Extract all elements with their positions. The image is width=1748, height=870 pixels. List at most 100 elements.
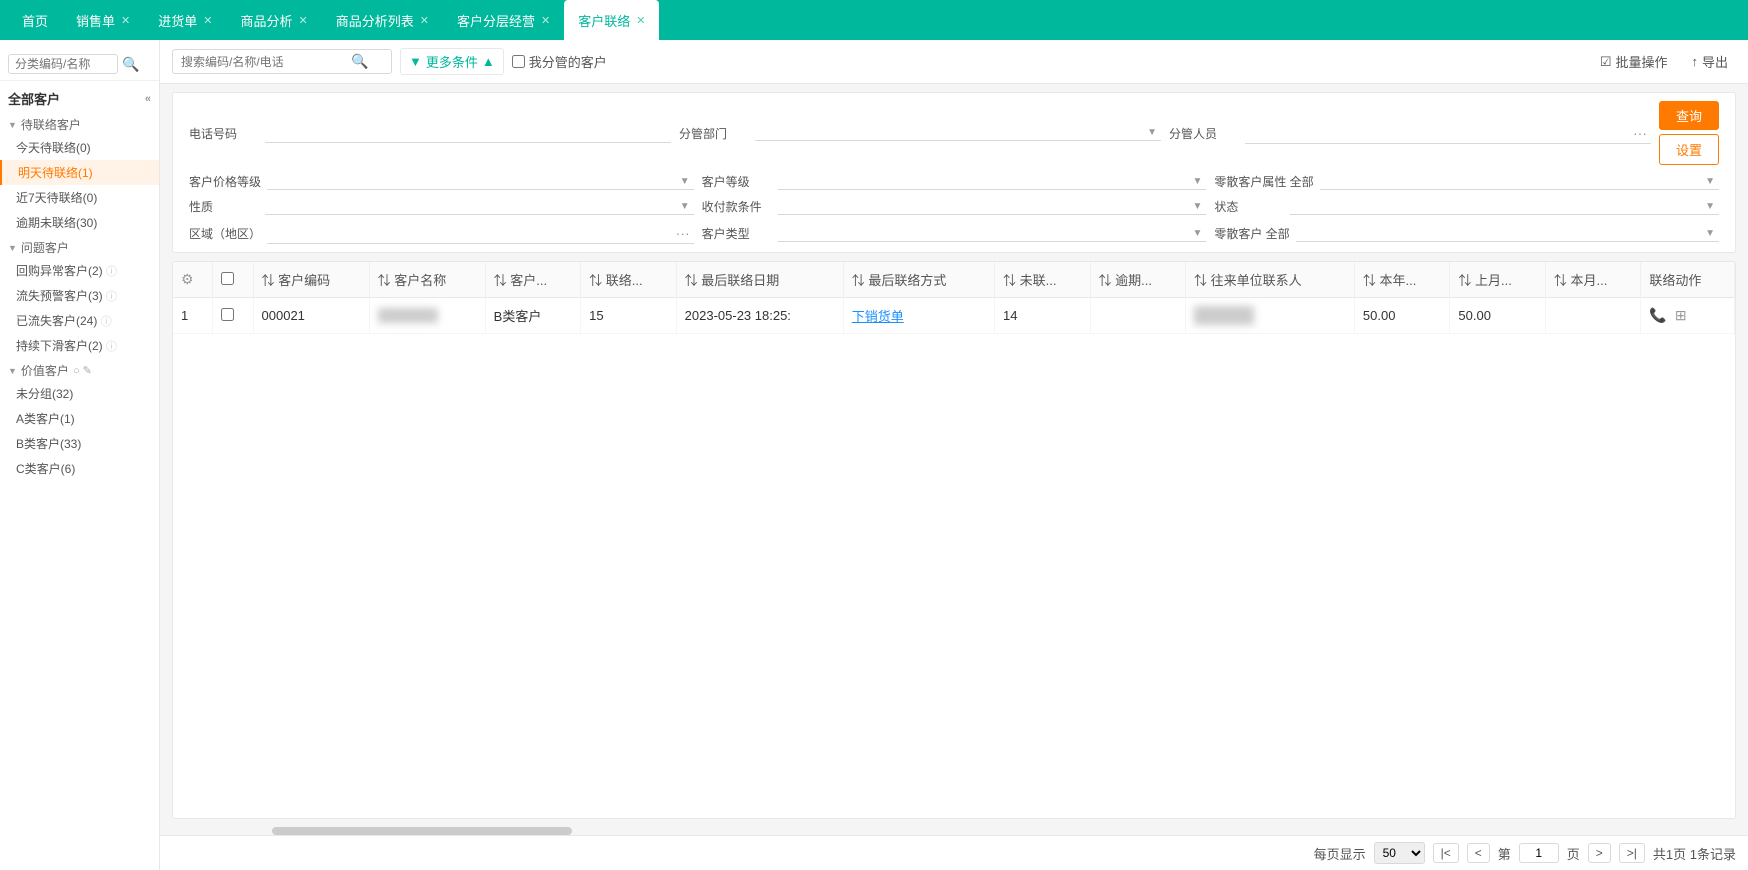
sidebar-item-churn-warning[interactable]: 流失预警客户(3) ⓘ (0, 283, 159, 308)
close-sales-icon[interactable]: ✕ (121, 14, 130, 27)
td-category: B类客户 (485, 298, 581, 334)
sort-icon-nc[interactable]: ⇅ (1003, 273, 1016, 288)
sort-icon-lm[interactable]: ⇅ (1458, 273, 1471, 288)
filter-select-status[interactable]: ▼ (1290, 199, 1719, 215)
sidebar-collapse-icon[interactable]: « (145, 93, 151, 105)
filter-label-phone: 电话号码 (189, 125, 259, 142)
ellipsis-icon[interactable]: ··· (1633, 125, 1647, 141)
grid-icon[interactable]: ⊞ (1675, 307, 1687, 324)
scrollbar-thumb[interactable] (272, 827, 572, 835)
filter-select-customer-level[interactable]: ▼ (778, 174, 1207, 190)
export-button[interactable]: ↑ 导出 (1683, 49, 1736, 74)
horizontal-scrollbar[interactable] (172, 827, 1736, 835)
sidebar-item-ungrouped[interactable]: 未分组(32) (0, 381, 159, 406)
main-layout: 🔍 全部客户 « 待联络客户 今天待联络(0) 明天待联络(1) 近7天待联络(… (0, 40, 1748, 870)
page-size-label: 每页显示 (1314, 844, 1366, 863)
sidebar-item-churned[interactable]: 已流失客户(24) ⓘ (0, 308, 159, 333)
unit-contact-blurred: 联系人 (1194, 306, 1254, 325)
sort-icon-uc[interactable]: ⇅ (1194, 273, 1207, 288)
next-page-button[interactable]: > (1588, 843, 1611, 863)
filter-select-retail-attr[interactable]: ▼ (1320, 174, 1719, 190)
th-gear[interactable]: ⚙ (173, 262, 212, 298)
settings-button[interactable]: 设置 (1659, 134, 1719, 165)
sidebar-item-class-b[interactable]: B类客户(33) (0, 431, 159, 456)
sort-icon-name[interactable]: ⇅ (378, 273, 391, 288)
nav-sales[interactable]: 销售单 ✕ (62, 0, 144, 40)
toolbar: 🔍 ▼ 更多条件 ▲ 我分管的客户 ☑ 批量操作 ↑ 导出 (160, 40, 1748, 84)
filter-select-retail[interactable]: ▼ (1296, 226, 1719, 242)
phone-icon[interactable]: 📞 (1649, 307, 1666, 324)
sort-icon-ty[interactable]: ⇅ (1363, 273, 1376, 288)
filter-select-payment[interactable]: ▼ (778, 199, 1207, 215)
td-last-contact-method[interactable]: 下销货单 (843, 298, 994, 334)
last-page-button[interactable]: >| (1619, 843, 1645, 863)
total-records: 共1页 1条记录 (1653, 844, 1736, 863)
nav-customer-tier[interactable]: 客户分层经营 ✕ (443, 0, 564, 40)
td-this-year: 50.00 (1354, 298, 1450, 334)
th-code: ⇅ 客户编码 (253, 262, 369, 298)
close-customer-tier-icon[interactable]: ✕ (541, 14, 550, 27)
filter-select-dept[interactable]: ▼ (755, 125, 1161, 141)
sidebar-item-declining[interactable]: 持续下滑客户(2) ⓘ (0, 333, 159, 358)
row-checkbox[interactable] (221, 308, 234, 321)
sidebar-item-today[interactable]: 今天待联络(0) (0, 135, 159, 160)
nav-product-analysis-list[interactable]: 商品分析列表 ✕ (322, 0, 443, 40)
sort-icon-cont[interactable]: ⇅ (589, 273, 602, 288)
contact-method-link[interactable]: 下销货单 (852, 309, 904, 324)
sidebar-search-input[interactable] (8, 54, 118, 74)
sidebar-search-icon[interactable]: 🔍 (122, 56, 139, 73)
filter-select-region[interactable]: ··· (267, 223, 694, 244)
filter-select-price-level[interactable]: ▼ (267, 174, 694, 190)
sidebar-item-overdue[interactable]: 逾期未联络(30) (0, 210, 159, 235)
my-customers-checkbox[interactable] (512, 55, 525, 68)
batch-operation-button[interactable]: ☑ 批量操作 (1592, 49, 1676, 74)
nav-purchase[interactable]: 进货单 ✕ (144, 0, 226, 40)
nav-product-analysis[interactable]: 商品分析 ✕ (226, 0, 321, 40)
td-checkbox[interactable] (212, 298, 253, 334)
sort-icon-od[interactable]: ⇅ (1099, 273, 1112, 288)
chevron-down-icon-3: ▼ (1192, 176, 1202, 187)
close-purchase-icon[interactable]: ✕ (203, 14, 212, 27)
sidebar-group-value[interactable]: 价值客户 ○ ✎ (0, 358, 159, 381)
all-customers-label[interactable]: 全部客户 « (0, 85, 159, 112)
page-size-select[interactable]: 50 100 200 (1374, 842, 1425, 864)
gear-icon[interactable]: ⚙ (181, 271, 194, 287)
nav-home[interactable]: 首页 (8, 0, 62, 40)
sidebar-item-class-a[interactable]: A类客户(1) (0, 406, 159, 431)
filter-select-person[interactable]: ··· (1245, 123, 1651, 144)
my-customers-checkbox-label[interactable]: 我分管的客户 (512, 52, 607, 71)
chevron-down-icon-2: ▼ (680, 176, 690, 187)
sidebar-item-repurchase-anomaly[interactable]: 回购异常客户(2) ⓘ (0, 258, 159, 283)
close-product-analysis-list-icon[interactable]: ✕ (420, 14, 429, 27)
td-index: 1 (173, 298, 212, 334)
sort-icon-date[interactable]: ⇅ (685, 273, 698, 288)
close-product-analysis-icon[interactable]: ✕ (299, 14, 308, 27)
sort-icon[interactable]: ⇅ (262, 273, 275, 288)
prev-page-button[interactable]: < (1467, 843, 1490, 863)
first-page-button[interactable]: |< (1433, 843, 1459, 863)
td-name[interactable]: Ea (369, 298, 485, 334)
sort-icon-method[interactable]: ⇅ (852, 273, 865, 288)
page-number-input[interactable] (1519, 843, 1559, 863)
filter-select-nature[interactable]: ▼ (265, 199, 694, 215)
query-button[interactable]: 查询 (1659, 101, 1719, 130)
nav-customer-contact[interactable]: 客户联络 ✕ (564, 0, 659, 40)
sidebar-item-class-c[interactable]: C类客户(6) (0, 456, 159, 481)
filter-input-phone[interactable] (265, 124, 671, 143)
more-filters-button[interactable]: ▼ 更多条件 ▲ (400, 48, 504, 75)
main-search-input[interactable] (181, 55, 351, 69)
td-no-contact: 14 (995, 298, 1091, 334)
sort-icon-cat[interactable]: ⇅ (494, 273, 507, 288)
region-ellipsis-icon[interactable]: ··· (676, 225, 690, 241)
sidebar-item-tomorrow[interactable]: 明天待联络(1) (0, 160, 159, 185)
select-all-checkbox[interactable] (221, 272, 234, 285)
sidebar-item-7days[interactable]: 近7天待联络(0) (0, 185, 159, 210)
sort-icon-tm[interactable]: ⇅ (1554, 273, 1567, 288)
sidebar-group-problem[interactable]: 问题客户 (0, 235, 159, 258)
filter-select-customer-type[interactable]: ▼ (778, 226, 1207, 242)
table-header-row: ⚙ ⇅ 客户编码 ⇅ 客户名称 ⇅ 客户... ⇅ 联络... ⇅ 最后联络日期… (173, 262, 1735, 298)
sidebar-group-pending[interactable]: 待联络客户 (0, 112, 159, 135)
th-checkbox[interactable] (212, 262, 253, 298)
close-customer-contact-icon[interactable]: ✕ (636, 14, 645, 27)
main-search-icon[interactable]: 🔍 (351, 53, 368, 70)
